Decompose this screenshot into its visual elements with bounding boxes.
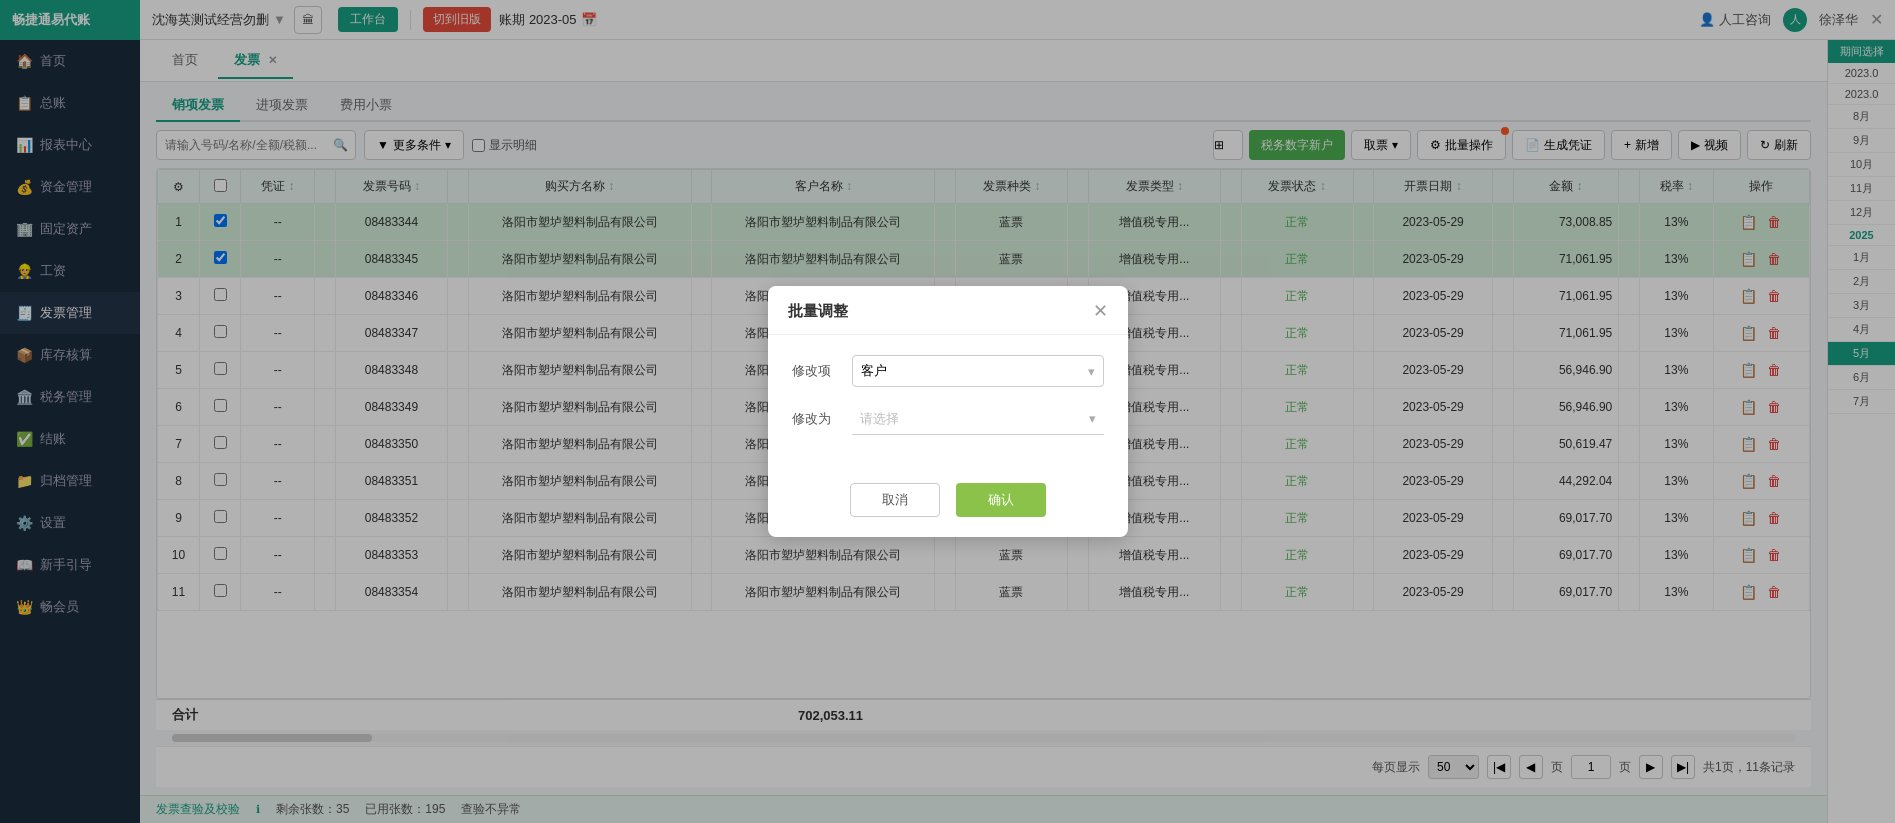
dropdown-to-icon: ▾: [1089, 411, 1096, 426]
modify-field-label: 修改项: [792, 362, 852, 380]
modal-title: 批量调整: [788, 302, 848, 321]
modal-footer: 取消 确认: [768, 471, 1128, 537]
modal-confirm-btn[interactable]: 确认: [956, 483, 1046, 517]
modal-header: 批量调整 ✕: [768, 286, 1128, 335]
modify-to-label: 修改为: [792, 410, 852, 428]
modal-close-btn[interactable]: ✕: [1093, 300, 1108, 322]
modify-to-placeholder: 请选择: [860, 410, 899, 428]
modal-overlay: 批量调整 ✕ 修改项 客户 ▾ 修改为 请选择 ▾ 取消 确认: [0, 0, 1895, 823]
dropdown-icon: ▾: [1088, 364, 1095, 379]
modify-field-row: 修改项 客户 ▾: [792, 355, 1104, 387]
modify-field-select[interactable]: 客户 ▾: [852, 355, 1104, 387]
modal-cancel-btn[interactable]: 取消: [850, 483, 940, 517]
batch-adjust-modal: 批量调整 ✕ 修改项 客户 ▾ 修改为 请选择 ▾ 取消 确认: [768, 286, 1128, 537]
modal-body: 修改项 客户 ▾ 修改为 请选择 ▾: [768, 335, 1128, 471]
modify-to-row: 修改为 请选择 ▾: [792, 403, 1104, 435]
modify-field-value: 客户: [861, 362, 887, 380]
modify-to-select[interactable]: 请选择 ▾: [852, 403, 1104, 435]
